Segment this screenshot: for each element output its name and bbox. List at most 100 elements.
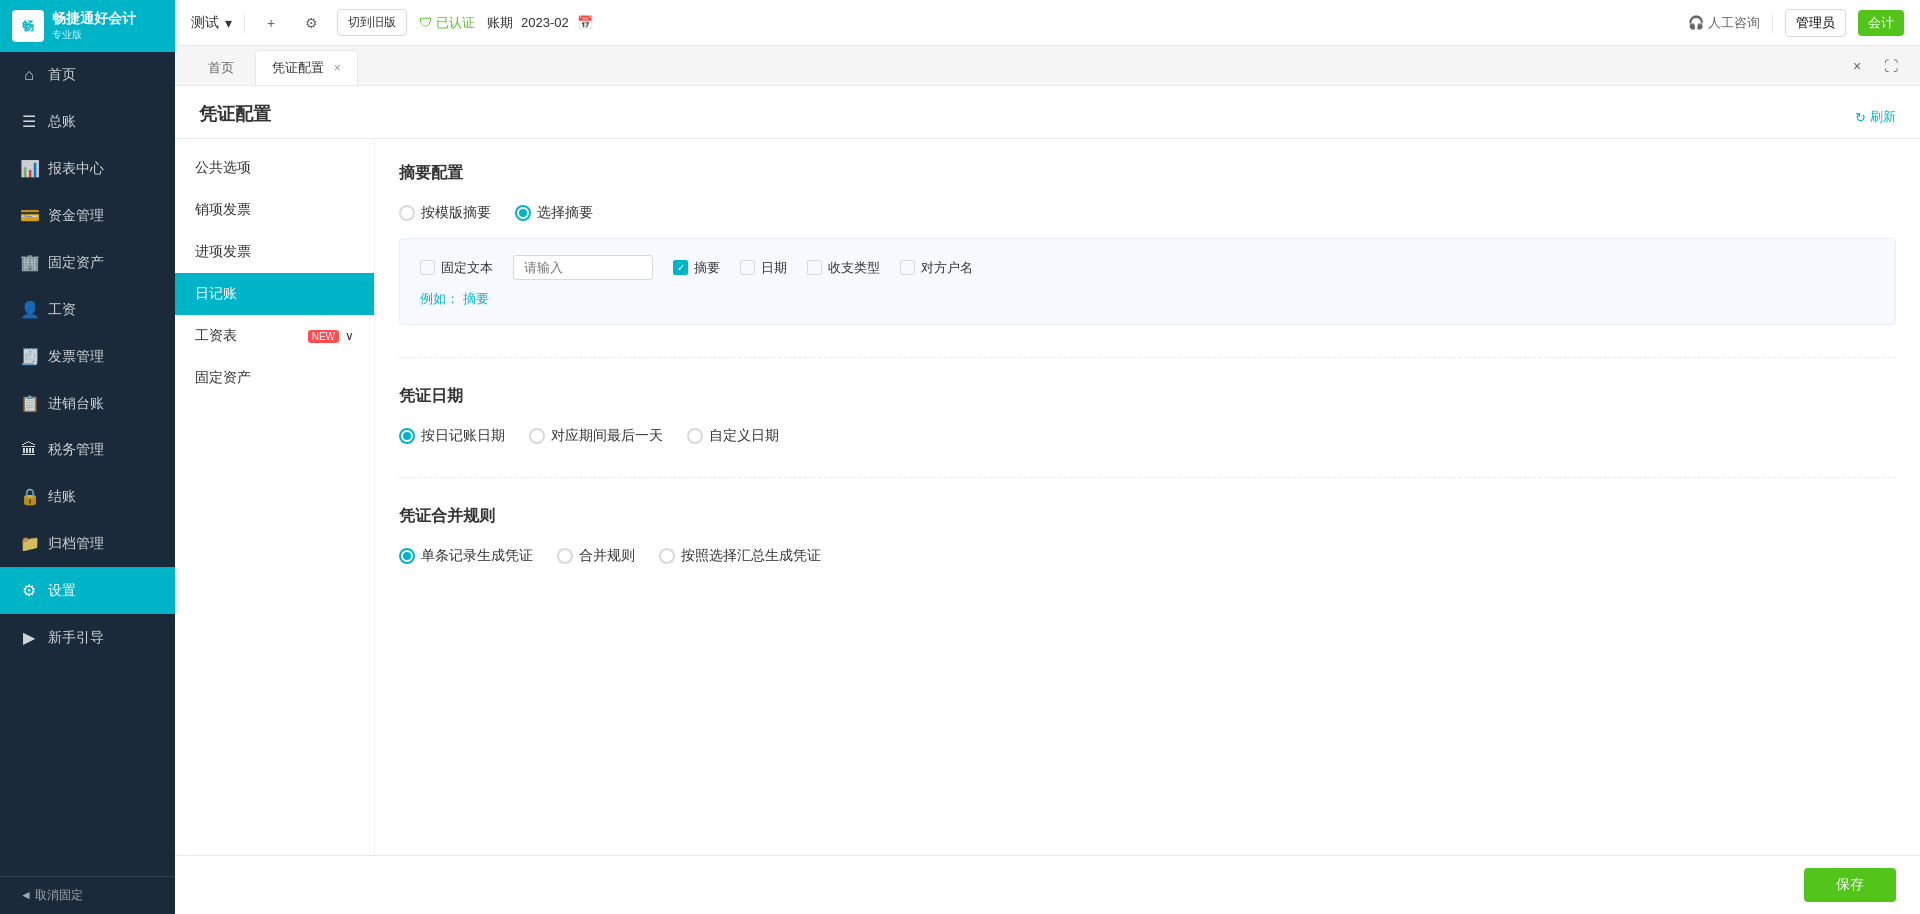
date-option-journal[interactable]: 按日记账日期 bbox=[399, 427, 505, 445]
merge-rule-radio-group: 单条记录生成凭证 合并规则 按照选择汇总生成凭证 bbox=[399, 547, 1896, 565]
sidebar-collapse-btn[interactable]: ◄ 取消固定 bbox=[0, 876, 175, 914]
tab-voucher-config[interactable]: 凭证配置 × bbox=[255, 50, 358, 85]
left-nav: 公共选项 销项发票 进项发票 日记账 工资表 NEW bbox=[175, 139, 375, 855]
sidebar-item-capital[interactable]: 💳 资金管理 bbox=[0, 192, 175, 239]
radio-template bbox=[399, 205, 415, 221]
logo-main-text: 畅捷通好会计 bbox=[52, 10, 136, 28]
report-icon: 📊 bbox=[20, 159, 38, 178]
topbar-right: 🎧 人工咨询 管理员 会计 bbox=[1688, 9, 1904, 37]
shield-icon: 🛡 bbox=[419, 15, 432, 30]
checkbox-fixed-text[interactable]: 固定文本 bbox=[420, 259, 493, 277]
fixed-text-input[interactable] bbox=[513, 255, 653, 280]
section-divider-2 bbox=[399, 477, 1896, 478]
archive-icon: 📁 bbox=[20, 534, 38, 553]
merge-option-single[interactable]: 单条记录生成凭证 bbox=[399, 547, 533, 565]
new-badge: NEW bbox=[308, 330, 339, 343]
sidebar-item-invoice[interactable]: 🧾 发票管理 bbox=[0, 333, 175, 380]
radio-by-selection bbox=[659, 548, 675, 564]
date-option-period-last[interactable]: 对应期间最后一天 bbox=[529, 427, 663, 445]
headset-icon: 🎧 bbox=[1688, 15, 1704, 30]
add-company-btn[interactable]: + bbox=[257, 9, 285, 37]
summary-config-box: 固定文本 ✓ 摘要 日期 bbox=[399, 238, 1896, 325]
refresh-btn[interactable]: ↻ 刷新 bbox=[1855, 108, 1896, 138]
checkbox-date[interactable]: 日期 bbox=[740, 259, 787, 277]
admin-btn[interactable]: 管理员 bbox=[1785, 9, 1846, 37]
calendar-icon[interactable]: 📅 bbox=[577, 15, 593, 30]
consult-btn[interactable]: 🎧 人工咨询 bbox=[1688, 14, 1760, 32]
certified-badge: 🛡 已认证 bbox=[419, 14, 475, 32]
period-display: 账期 2023-02 📅 bbox=[487, 14, 593, 32]
voucher-date-radio-group: 按日记账日期 对应期间最后一天 自定义日期 bbox=[399, 427, 1896, 445]
sidebar-logo: 畅 畅捷通好会计 专业版 bbox=[0, 0, 175, 52]
home-icon: ⌂ bbox=[20, 66, 38, 84]
sidebar-item-archive[interactable]: 📁 归档管理 bbox=[0, 520, 175, 567]
fixed-asset-icon: 🏢 bbox=[20, 253, 38, 272]
radio-period-last bbox=[529, 428, 545, 444]
checkbox-counterparty-box bbox=[900, 260, 915, 275]
summary-option-select[interactable]: 选择摘要 bbox=[515, 204, 593, 222]
page-title: 凭证配置 bbox=[199, 102, 271, 138]
topbar: 测试 ▾ + ⚙ 切到旧版 🛡 已认证 账期 2023-02 📅 bbox=[175, 0, 1920, 46]
radio-journal-date bbox=[399, 428, 415, 444]
voucher-date-title: 凭证日期 bbox=[399, 386, 1896, 407]
sidebar-item-home[interactable]: ⌂ 首页 bbox=[0, 52, 175, 98]
content-header: 凭证配置 ↻ 刷新 bbox=[175, 86, 1920, 139]
checkbox-summary[interactable]: ✓ 摘要 bbox=[673, 259, 720, 277]
tab-home[interactable]: 首页 bbox=[191, 50, 251, 85]
close-ledger-icon: 🔒 bbox=[20, 487, 38, 506]
left-nav-item-purchase-invoice[interactable]: 进项发票 bbox=[175, 231, 374, 273]
tab-close-icon[interactable]: × bbox=[334, 61, 341, 75]
left-nav-item-fixed-assets[interactable]: 固定资产 bbox=[175, 357, 374, 399]
topbar-divider-2 bbox=[1772, 13, 1773, 33]
checkbox-counterparty[interactable]: 对方户名 bbox=[900, 259, 973, 277]
sidebar-item-report[interactable]: 📊 报表中心 bbox=[0, 145, 175, 192]
radio-select bbox=[515, 205, 531, 221]
summary-title: 摘要配置 bbox=[399, 163, 1896, 184]
merge-rule-title: 凭证合并规则 bbox=[399, 506, 1896, 527]
fullscreen-btn[interactable]: ⛶ bbox=[1878, 53, 1904, 79]
sidebar-item-guide[interactable]: ▶ 新手引导 bbox=[0, 614, 175, 661]
summary-option-template[interactable]: 按模版摘要 bbox=[399, 204, 491, 222]
merge-option-merge[interactable]: 合并规则 bbox=[557, 547, 635, 565]
settings-icon: ⚙ bbox=[20, 581, 38, 600]
tab-bar: 首页 凭证配置 × × ⛶ bbox=[175, 46, 1920, 86]
sidebar-nav: ⌂ 首页 ☰ 总账 📊 报表中心 💳 资金管理 🏢 固定资产 👤 工资 bbox=[0, 52, 175, 876]
sidebar-item-settings[interactable]: ⚙ 设置 bbox=[0, 567, 175, 614]
content-area: 凭证配置 ↻ 刷新 公共选项 销项发票 进项发票 bbox=[175, 86, 1920, 914]
company-dropdown-icon: ▾ bbox=[225, 15, 232, 31]
left-nav-item-journal[interactable]: 日记账 bbox=[175, 273, 374, 315]
company-selector[interactable]: 测试 ▾ bbox=[191, 14, 232, 32]
merge-rule-section: 凭证合并规则 单条记录生成凭证 合并规则 bbox=[399, 506, 1896, 565]
checkbox-income-type[interactable]: 收支类型 bbox=[807, 259, 880, 277]
sidebar-item-payroll[interactable]: 👤 工资 bbox=[0, 286, 175, 333]
sidebar-item-purchase-sale[interactable]: 📋 进销台账 bbox=[0, 380, 175, 427]
checkbox-income-type-box bbox=[807, 260, 822, 275]
switch-old-version-btn[interactable]: 切到旧版 bbox=[337, 9, 407, 36]
checkbox-fixed-text-box bbox=[420, 260, 435, 275]
sidebar-item-close[interactable]: 🔒 结账 bbox=[0, 473, 175, 520]
capital-icon: 💳 bbox=[20, 206, 38, 225]
save-button[interactable]: 保存 bbox=[1804, 868, 1896, 902]
radio-single bbox=[399, 548, 415, 564]
left-nav-item-payroll-table[interactable]: 工资表 NEW ∨ bbox=[175, 315, 374, 357]
section-divider-1 bbox=[399, 357, 1896, 358]
refresh-icon: ↻ bbox=[1855, 110, 1866, 125]
tab-bar-controls: × ⛶ bbox=[1844, 53, 1904, 79]
left-nav-item-sales-invoice[interactable]: 销项发票 bbox=[175, 189, 374, 231]
sidebar-item-fixed-asset[interactable]: 🏢 固定资产 bbox=[0, 239, 175, 286]
checkbox-date-box bbox=[740, 260, 755, 275]
role-btn[interactable]: 会计 bbox=[1858, 10, 1904, 36]
left-nav-item-public[interactable]: 公共选项 bbox=[175, 147, 374, 189]
date-option-custom[interactable]: 自定义日期 bbox=[687, 427, 779, 445]
radio-merge bbox=[557, 548, 573, 564]
sidebar-item-tax[interactable]: 🏛 税务管理 bbox=[0, 427, 175, 473]
sidebar: 畅 畅捷通好会计 专业版 ⌂ 首页 ☰ 总账 📊 报表中心 💳 资金管理 bbox=[0, 0, 175, 914]
merge-option-by-selection[interactable]: 按照选择汇总生成凭证 bbox=[659, 547, 821, 565]
sidebar-item-ledger[interactable]: ☰ 总账 bbox=[0, 98, 175, 145]
ledger-icon: ☰ bbox=[20, 112, 38, 131]
topbar-settings-btn[interactable]: ⚙ bbox=[297, 9, 325, 37]
tax-icon: 🏛 bbox=[20, 441, 38, 459]
right-panel: 摘要配置 按模版摘要 选择摘要 bbox=[375, 139, 1920, 855]
close-tab-btn[interactable]: × bbox=[1844, 53, 1870, 79]
main-area: 测试 ▾ + ⚙ 切到旧版 🛡 已认证 账期 2023-02 📅 bbox=[175, 0, 1920, 914]
